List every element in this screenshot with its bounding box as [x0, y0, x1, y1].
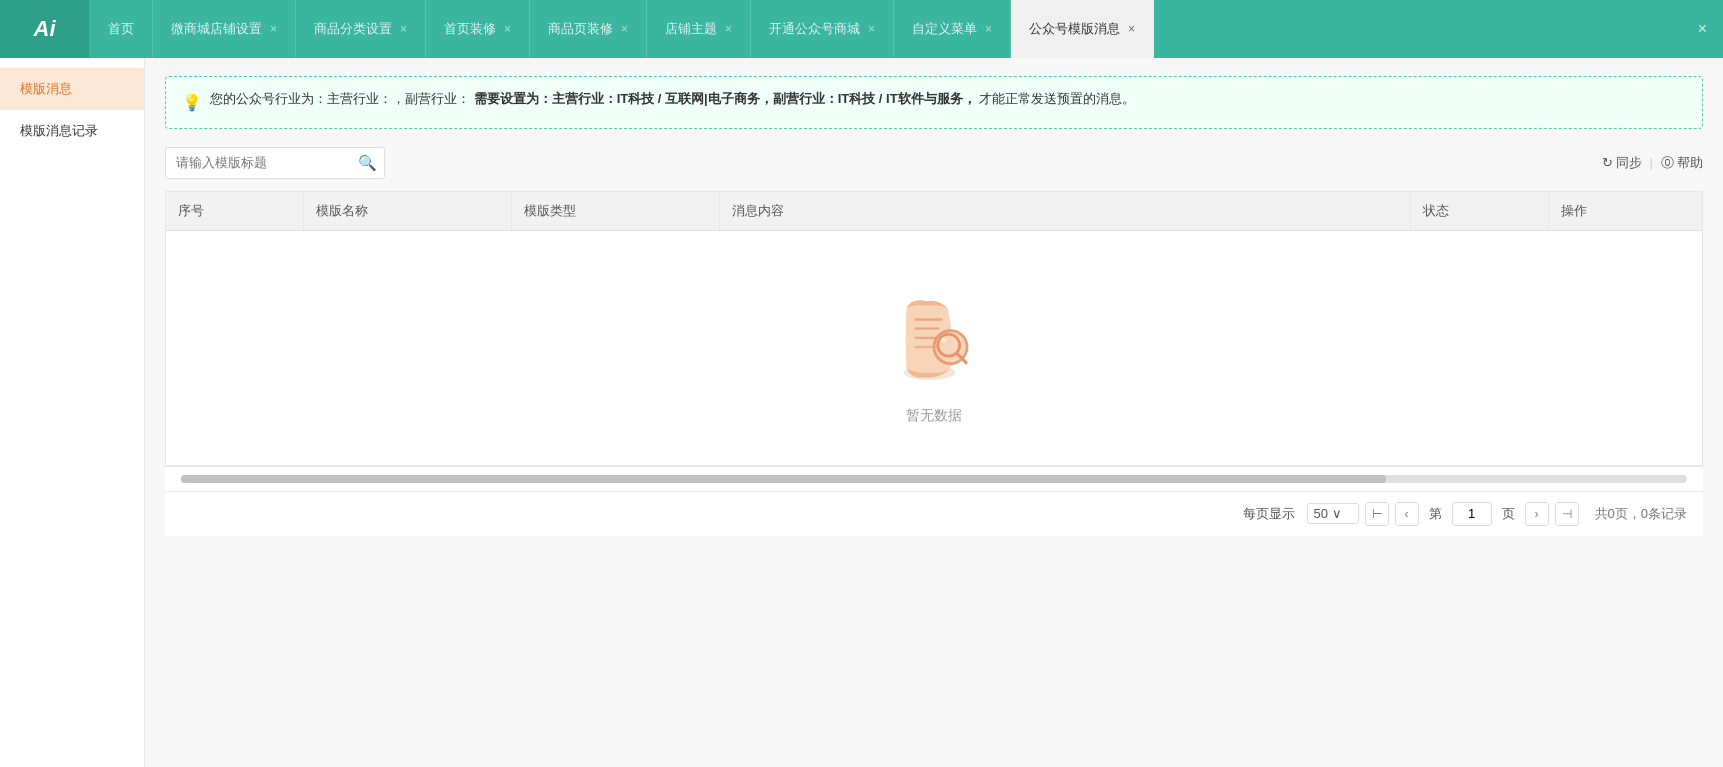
sync-icon: ↻ [1602, 155, 1613, 170]
tab-product-category[interactable]: 商品分类设置 × [296, 0, 426, 58]
tab-close-button[interactable]: × [270, 22, 277, 36]
app-logo: Ai [0, 0, 90, 58]
empty-illustration [879, 281, 989, 391]
tab-close-button[interactable]: × [1128, 22, 1135, 36]
svg-point-8 [941, 337, 947, 343]
tab-label: 开通公众号商城 [769, 20, 860, 38]
tab-label: 公众号模版消息 [1029, 20, 1120, 38]
tab-label: 商品分类设置 [314, 20, 392, 38]
notice-text: 您的公众号行业为：主营行业：，副营行业： 需要设置为：主营行业：IT科技 / 互… [210, 89, 1135, 110]
page-number-input[interactable] [1452, 502, 1492, 526]
first-page-button[interactable]: ⊢ [1365, 502, 1389, 526]
tab-close-button[interactable]: × [985, 22, 992, 36]
pagination: 每页显示 50 ∨ ⊢ ‹ 第 页 › ⊣ 共0页，0条记录 [165, 491, 1703, 536]
tab-close-button[interactable]: × [868, 22, 875, 36]
search-button[interactable]: 🔍 [358, 154, 377, 172]
last-page-button[interactable]: ⊣ [1555, 502, 1579, 526]
tab-close-button[interactable]: × [504, 22, 511, 36]
tab-product-decor[interactable]: 商品页装修 × [530, 0, 647, 58]
search-input[interactable] [165, 147, 385, 179]
tab-close-button[interactable]: × [400, 22, 407, 36]
notice-icon: 💡 [182, 90, 202, 116]
tab-label: 自定义菜单 [912, 20, 977, 38]
main-layout: 模版消息模版消息记录 💡 您的公众号行业为：主营行业：，副营行业： 需要设置为：… [0, 58, 1723, 767]
help-icon: ⓪ [1661, 154, 1674, 172]
search-row: 🔍 ↻ 同步 | ⓪ 帮助 [165, 147, 1703, 179]
sync-button[interactable]: ↻ 同步 [1602, 154, 1642, 172]
scrollbar-thumb [181, 475, 1386, 483]
tab-label: 店铺主题 [665, 20, 717, 38]
sidebar-item-template-msg[interactable]: 模版消息 [0, 68, 144, 110]
total-label: 共0页，0条记录 [1595, 505, 1687, 523]
sidebar: 模版消息模版消息记录 [0, 58, 145, 767]
toolbar-divider: | [1650, 155, 1653, 170]
help-button[interactable]: ⓪ 帮助 [1661, 154, 1703, 172]
tab-label: 首页装修 [444, 20, 496, 38]
top-nav: Ai 首页微商城店铺设置×商品分类设置×首页装修×商品页装修×店铺主题×开通公众… [0, 0, 1723, 58]
table-col-status: 状态 [1411, 191, 1549, 230]
tab-label: 微商城店铺设置 [171, 20, 262, 38]
tab-shop-theme[interactable]: 店铺主题 × [647, 0, 751, 58]
tab-close-button[interactable]: × [725, 22, 732, 36]
scrollbar-row [165, 466, 1703, 491]
content-area: 💡 您的公众号行业为：主营行业：，副营行业： 需要设置为：主营行业：IT科技 /… [145, 58, 1723, 767]
toolbar-right: ↻ 同步 | ⓪ 帮助 [1602, 154, 1703, 172]
data-table: 序号模版名称模版类型消息内容状态操作 [165, 191, 1703, 466]
table-col-type: 模版类型 [511, 191, 719, 230]
page-label-1: 第 [1429, 505, 1442, 523]
table-col-action: 操作 [1549, 191, 1703, 230]
tab-custom-menu[interactable]: 自定义菜单 × [894, 0, 1011, 58]
search-input-wrap: 🔍 [165, 147, 385, 179]
chevron-down-icon: ∨ [1332, 506, 1342, 521]
page-size-label: 每页显示 [1243, 505, 1295, 523]
table-col-content: 消息内容 [719, 191, 1411, 230]
tab-open-mall[interactable]: 开通公众号商城 × [751, 0, 894, 58]
empty-state: 暂无数据 [166, 231, 1702, 465]
tab-close-button[interactable]: × [621, 22, 628, 36]
tab-home-decor[interactable]: 首页装修 × [426, 0, 530, 58]
horizontal-scrollbar[interactable] [181, 475, 1687, 483]
next-page-button[interactable]: › [1525, 502, 1549, 526]
tab-template-msg[interactable]: 公众号模版消息 × [1011, 0, 1154, 58]
tab-label: 首页 [108, 20, 134, 38]
empty-text: 暂无数据 [906, 407, 962, 425]
prev-page-button[interactable]: ‹ [1395, 502, 1419, 526]
notice-banner: 💡 您的公众号行业为：主营行业：，副营行业： 需要设置为：主营行业：IT科技 /… [165, 76, 1703, 129]
global-close-button[interactable]: × [1682, 20, 1723, 38]
sidebar-item-template-log[interactable]: 模版消息记录 [0, 110, 144, 152]
page-label-2: 页 [1502, 505, 1515, 523]
tab-label: 商品页装修 [548, 20, 613, 38]
table-col-seq: 序号 [166, 191, 304, 230]
tab-home[interactable]: 首页 [90, 0, 153, 58]
tab-micro-shop[interactable]: 微商城店铺设置 × [153, 0, 296, 58]
page-size-select[interactable]: 50 ∨ [1307, 503, 1359, 524]
table-col-name: 模版名称 [303, 191, 511, 230]
